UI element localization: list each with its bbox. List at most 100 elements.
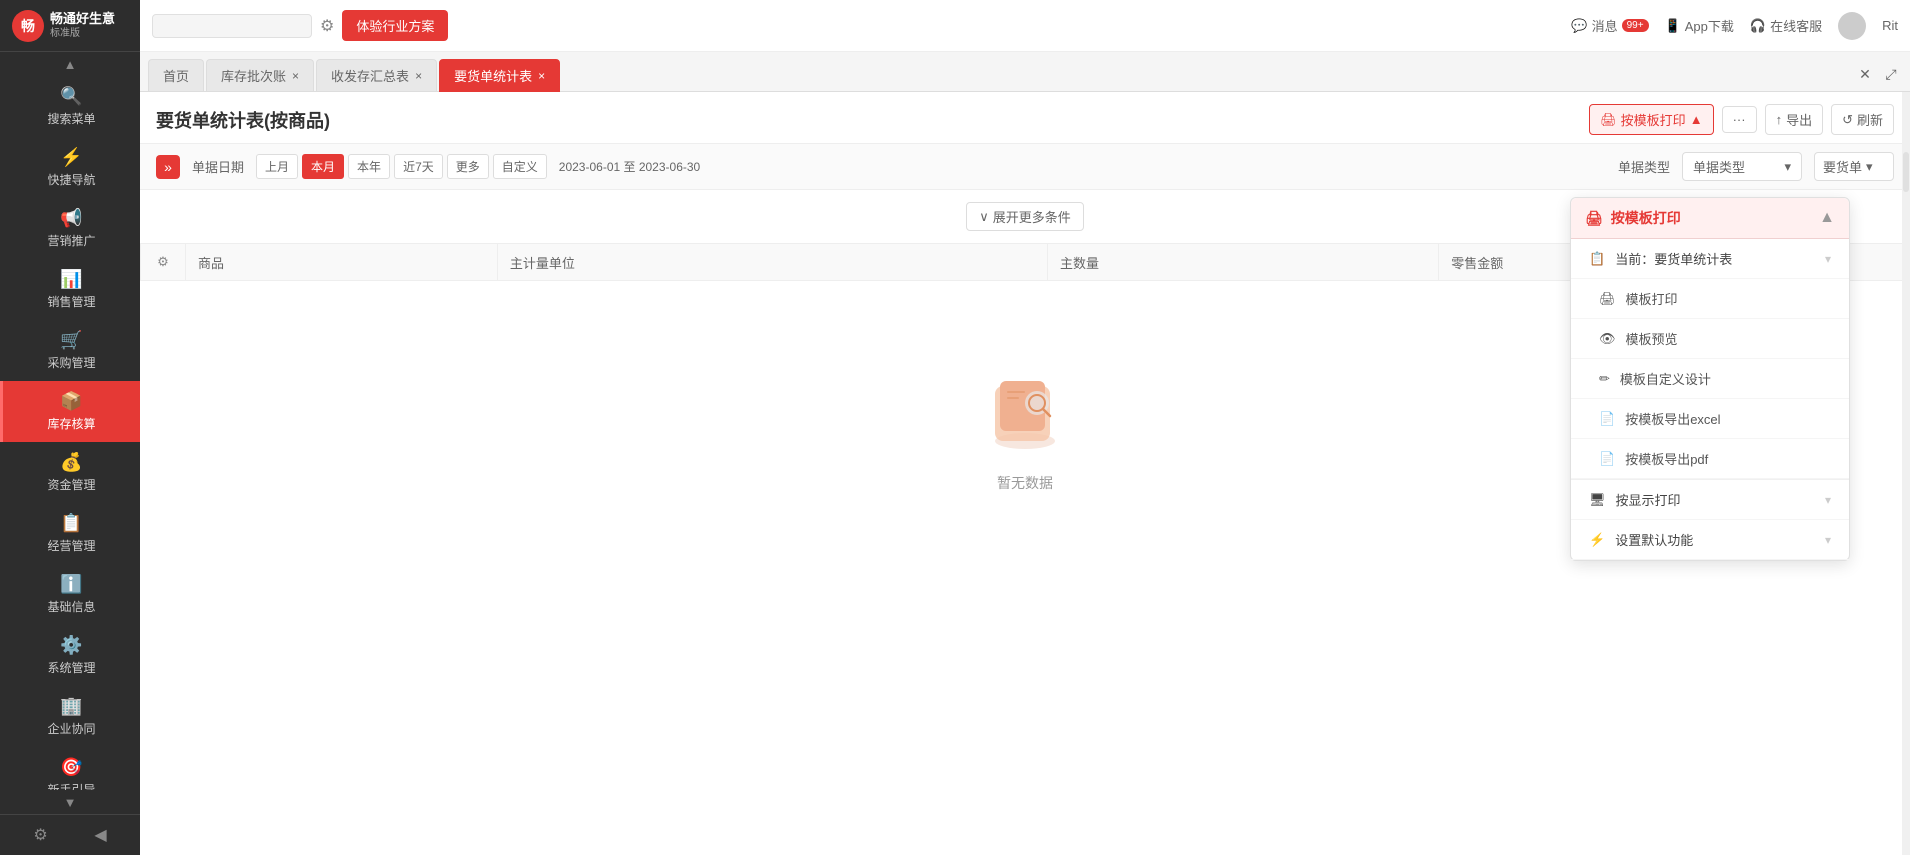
sidebar-item-sales[interactable]: 📊 销售管理 bbox=[0, 259, 140, 320]
table-settings-icon[interactable]: ⚙ bbox=[153, 252, 173, 272]
sidebar-bottom: ⚙ ◀ bbox=[0, 814, 140, 855]
sidebar-item-search[interactable]: 🔍 搜索菜单 bbox=[0, 76, 140, 137]
avatar[interactable] bbox=[1838, 12, 1866, 40]
window-maximize-button[interactable]: ⤢ bbox=[1880, 63, 1902, 85]
refresh-icon: ↺ bbox=[1842, 112, 1853, 128]
current-month-button[interactable]: 本月 bbox=[302, 154, 344, 179]
refresh-button[interactable]: ↺ 刷新 bbox=[1831, 104, 1894, 135]
sidebar-item-basic[interactable]: ℹ️ 基础信息 bbox=[0, 564, 140, 625]
export-pdf-icon: 📄 bbox=[1599, 451, 1615, 467]
message-label: 消息 bbox=[1592, 16, 1618, 35]
window-close-button[interactable]: ✕ bbox=[1854, 63, 1876, 85]
sidebar-item-enterprise[interactable]: 🏢 企业协同 bbox=[0, 686, 140, 747]
export-pdf-label: 按模板导出pdf bbox=[1625, 449, 1708, 468]
app-download-button[interactable]: 📱 App下载 bbox=[1665, 16, 1734, 35]
sidebar-system-label: 系统管理 bbox=[47, 659, 95, 676]
chevron-up-icon: ▲ bbox=[1690, 112, 1703, 127]
set-default-icon: ⚡ bbox=[1589, 532, 1605, 548]
trial-button[interactable]: 体验行业方案 bbox=[342, 10, 448, 41]
dropdown-close-icon[interactable]: ▲ bbox=[1819, 209, 1835, 227]
sidebar-item-finance[interactable]: 💰 资金管理 bbox=[0, 442, 140, 503]
dropdown-set-default[interactable]: ⚡ 设置默认功能 ▾ bbox=[1571, 520, 1849, 560]
current-item-icon: 📋 bbox=[1589, 251, 1605, 267]
guide-icon: 🎯 bbox=[60, 757, 82, 778]
dropdown-export-excel[interactable]: 📄 按模板导出excel bbox=[1571, 399, 1849, 439]
template-preview-label: 模板预览 bbox=[1626, 329, 1678, 348]
sidebar-logo: 畅 畅通好生意 标准版 bbox=[0, 0, 140, 52]
scrollbar-thumb[interactable] bbox=[1903, 152, 1909, 192]
app-download-label: App下载 bbox=[1685, 16, 1734, 35]
order-type-select[interactable]: 单据类型 ▾ bbox=[1682, 152, 1802, 181]
tab-receipt-summary[interactable]: 收发存汇总表 × bbox=[316, 59, 437, 91]
page-title: 要货单统计表(按商品) bbox=[156, 107, 330, 133]
sidebar-item-system[interactable]: ⚙️ 系统管理 bbox=[0, 625, 140, 686]
export-button[interactable]: ↑ 导出 bbox=[1765, 104, 1824, 135]
tab-order-stats[interactable]: 要货单统计表 × bbox=[439, 59, 560, 92]
messages-button[interactable]: 💬 消息 99+ bbox=[1571, 16, 1648, 35]
set-default-arrow: ▾ bbox=[1825, 533, 1831, 547]
more-options-button[interactable]: ··· bbox=[1722, 106, 1757, 133]
vertical-scrollbar[interactable] bbox=[1902, 92, 1910, 855]
last-month-button[interactable]: 上月 bbox=[256, 154, 298, 179]
filter-expand-button[interactable]: » bbox=[156, 155, 180, 179]
search-icon: 🔍 bbox=[60, 86, 82, 107]
sidebar-search-label: 搜索菜单 bbox=[47, 110, 95, 127]
tab-receipt-close-icon[interactable]: × bbox=[415, 70, 422, 82]
tab-batch-close-icon[interactable]: × bbox=[292, 70, 299, 82]
tab-batch-label: 库存批次账 bbox=[221, 66, 286, 85]
export-icon: ↑ bbox=[1776, 112, 1783, 127]
sound-button[interactable]: ◀ bbox=[94, 825, 106, 845]
custom-date-button[interactable]: 自定义 bbox=[493, 154, 547, 179]
print-template-dropdown: 🖨 按模板打印 ▲ 📋 当前：要货单统计表 ▾ 🖨 模板打印 👁 模板预览 ✏ bbox=[1570, 197, 1850, 561]
dropdown-current-item[interactable]: 📋 当前：要货单统计表 ▾ bbox=[1571, 239, 1849, 279]
order-type-value: 单据类型 bbox=[1693, 157, 1745, 176]
dropdown-template-preview[interactable]: 👁 模板预览 bbox=[1571, 319, 1849, 359]
dropdown-export-pdf[interactable]: 📄 按模板导出pdf bbox=[1571, 439, 1849, 479]
message-badge: 99+ bbox=[1622, 19, 1649, 32]
settings-button[interactable]: ⚙ bbox=[33, 825, 47, 845]
top-bar-left: ⚙ 体验行业方案 bbox=[152, 10, 448, 41]
sidebar-item-marketing[interactable]: 📢 营销推广 bbox=[0, 198, 140, 259]
dropdown-display-print[interactable]: 🖥 按显示打印 ▾ bbox=[1571, 480, 1849, 520]
dropdown-printer-icon: 🖨 bbox=[1585, 210, 1603, 227]
sidebar-operations-label: 经营管理 bbox=[47, 537, 95, 554]
template-design-icon: ✏ bbox=[1599, 371, 1610, 387]
dropdown-template-design[interactable]: ✏ 模板自定义设计 bbox=[1571, 359, 1849, 399]
order-status-chevron: ▾ bbox=[1866, 159, 1873, 175]
sidebar-scroll-down[interactable]: ▼ bbox=[0, 790, 140, 814]
tab-batch-account[interactable]: 库存批次账 × bbox=[206, 59, 314, 91]
tab-order-close-icon[interactable]: × bbox=[538, 70, 545, 82]
purchase-icon: 🛒 bbox=[60, 330, 82, 351]
sidebar-item-inventory[interactable]: 📦 库存核算 bbox=[0, 381, 140, 442]
enterprise-icon: 🏢 bbox=[60, 696, 82, 717]
print-template-button[interactable]: 🖨 按模板打印 ▲ bbox=[1589, 104, 1713, 135]
settings-gear-icon[interactable]: ⚙ bbox=[320, 16, 334, 36]
expand-more-button[interactable]: ∨ 展开更多条件 bbox=[966, 202, 1084, 231]
filter-bar: » 单据日期 上月 本月 本年 近7天 更多 自定义 2023-06-01 至 … bbox=[140, 143, 1910, 190]
sidebar-item-purchase[interactable]: 🛒 采购管理 bbox=[0, 320, 140, 381]
set-default-label: 设置默认功能 bbox=[1615, 530, 1693, 549]
current-year-button[interactable]: 本年 bbox=[348, 154, 390, 179]
sidebar-item-guide[interactable]: 🎯 新手引导 bbox=[0, 747, 140, 790]
dropdown-title: 按模板打印 bbox=[1611, 208, 1681, 228]
last-7-days-button[interactable]: 近7天 bbox=[394, 154, 443, 179]
online-service-button[interactable]: 🎧 在线客服 bbox=[1750, 16, 1822, 35]
date-filter-label: 单据日期 bbox=[192, 157, 244, 176]
more-dates-button[interactable]: 更多 bbox=[447, 154, 489, 179]
order-status-filter[interactable]: 要货单 ▾ bbox=[1814, 152, 1894, 181]
page-header-actions: 🖨 按模板打印 ▲ ··· ↑ 导出 ↺ 刷新 bbox=[1589, 104, 1894, 135]
sidebar-item-operations[interactable]: 📋 经营管理 bbox=[0, 503, 140, 564]
col-unit: 主计量单位 bbox=[497, 244, 1047, 281]
message-icon: 💬 bbox=[1571, 18, 1587, 34]
sidebar-quick-nav-label: 快捷导航 bbox=[47, 171, 95, 188]
tab-home[interactable]: 首页 bbox=[148, 59, 204, 91]
display-print-icon: 🖥 bbox=[1589, 492, 1606, 508]
sidebar-scroll-up[interactable]: ▲ bbox=[0, 52, 140, 76]
sidebar-item-quick-nav[interactable]: ⚡ 快捷导航 bbox=[0, 137, 140, 198]
top-bar: ⚙ 体验行业方案 💬 消息 99+ 📱 App下载 🎧 在线客服 Rit bbox=[140, 0, 1910, 52]
sales-icon: 📊 bbox=[60, 269, 82, 290]
more-icon: ··· bbox=[1733, 112, 1746, 127]
dropdown-template-print[interactable]: 🖨 模板打印 bbox=[1571, 279, 1849, 319]
sidebar-purchase-label: 采购管理 bbox=[47, 354, 95, 371]
top-search-input[interactable] bbox=[152, 14, 312, 38]
